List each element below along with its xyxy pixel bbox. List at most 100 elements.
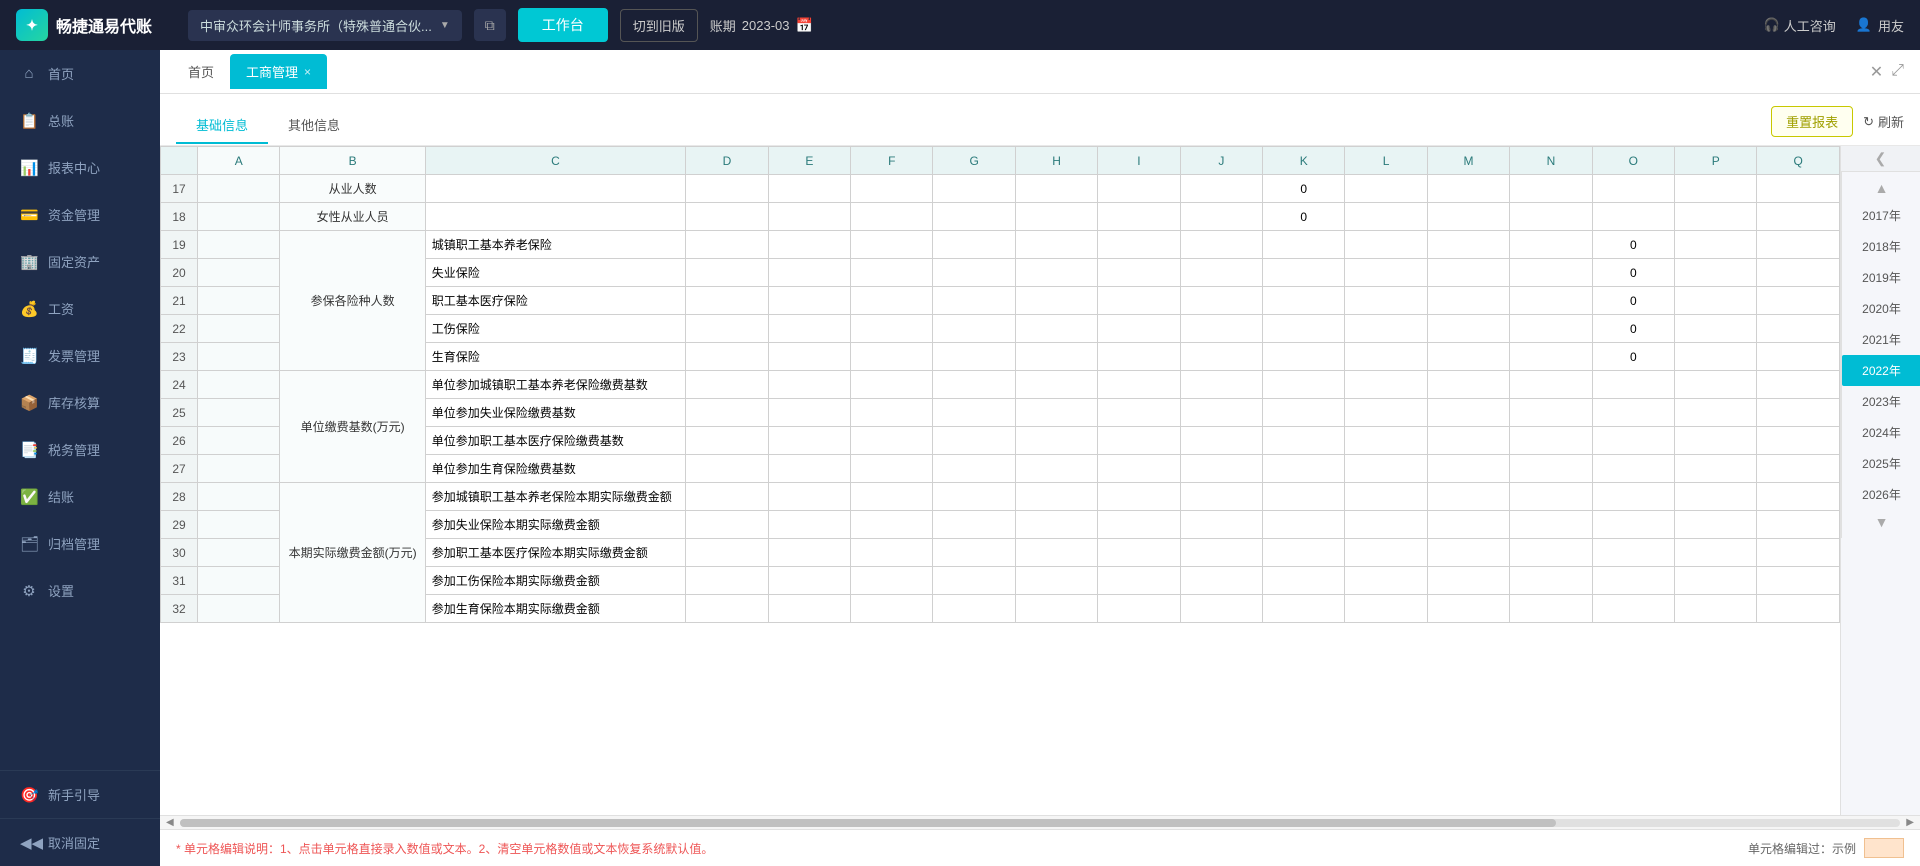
calendar-icon[interactable]: 📅: [796, 17, 813, 34]
cell-17-c[interactable]: [425, 175, 686, 203]
cell-27-d[interactable]: [686, 455, 768, 483]
cell-20-e[interactable]: [768, 259, 850, 287]
cell-23-a[interactable]: [198, 343, 280, 371]
cell-23-l[interactable]: [1345, 343, 1427, 371]
copy-button[interactable]: ⧉: [474, 9, 506, 41]
cell-31-d[interactable]: [686, 567, 768, 595]
cell-21-p[interactable]: [1675, 287, 1757, 315]
cell-24-l[interactable]: [1345, 371, 1427, 399]
cell-24-g[interactable]: [933, 371, 1015, 399]
cell-31-k[interactable]: [1263, 567, 1345, 595]
cell-29-e[interactable]: [768, 511, 850, 539]
cell-32-i[interactable]: [1098, 595, 1180, 623]
cell-28-a[interactable]: [198, 483, 280, 511]
cell-27-e[interactable]: [768, 455, 850, 483]
cell-27-i[interactable]: [1098, 455, 1180, 483]
cell-23-o[interactable]: 0: [1592, 343, 1674, 371]
cell-22-d[interactable]: [686, 315, 768, 343]
cell-20-i[interactable]: [1098, 259, 1180, 287]
cell-29-f[interactable]: [851, 511, 933, 539]
sidebar-item-inventory[interactable]: 📦 库存核算: [0, 379, 160, 426]
cell-18-e[interactable]: [768, 203, 850, 231]
cell-22-i[interactable]: [1098, 315, 1180, 343]
cell-27-l[interactable]: [1345, 455, 1427, 483]
cell-18-l[interactable]: [1345, 203, 1427, 231]
cell-31-q[interactable]: [1757, 567, 1840, 595]
cell-22-f[interactable]: [851, 315, 933, 343]
cell-29-d[interactable]: [686, 511, 768, 539]
cell-20-n[interactable]: [1510, 259, 1592, 287]
cell-27-c[interactable]: 单位参加生育保险缴费基数: [425, 455, 686, 483]
cell-24-m[interactable]: [1427, 371, 1509, 399]
cell-19-q[interactable]: [1757, 231, 1840, 259]
old-version-button[interactable]: 切到旧版: [620, 9, 698, 42]
cell-18-p[interactable]: [1675, 203, 1757, 231]
cell-20-g[interactable]: [933, 259, 1015, 287]
sidebar-item-fund[interactable]: 💳 资金管理: [0, 191, 160, 238]
cell-31-p[interactable]: [1675, 567, 1757, 595]
cell-22-l[interactable]: [1345, 315, 1427, 343]
cell-23-q[interactable]: [1757, 343, 1840, 371]
cell-24-h[interactable]: [1015, 371, 1097, 399]
cell-23-f[interactable]: [851, 343, 933, 371]
cell-19-b[interactable]: 参保各险种人数: [280, 231, 425, 371]
cell-31-i[interactable]: [1098, 567, 1180, 595]
cell-20-f[interactable]: [851, 259, 933, 287]
cell-22-h[interactable]: [1015, 315, 1097, 343]
reset-report-button[interactable]: 重置报表: [1771, 106, 1853, 137]
cell-20-m[interactable]: [1427, 259, 1509, 287]
sidebar-item-tax[interactable]: 📑 税务管理: [0, 426, 160, 473]
sidebar-item-ledger[interactable]: 📋 总账: [0, 97, 160, 144]
cell-31-j[interactable]: [1180, 567, 1262, 595]
cell-31-e[interactable]: [768, 567, 850, 595]
cell-30-h[interactable]: [1015, 539, 1097, 567]
cell-26-m[interactable]: [1427, 427, 1509, 455]
cell-25-d[interactable]: [686, 399, 768, 427]
cell-23-p[interactable]: [1675, 343, 1757, 371]
cell-20-l[interactable]: [1345, 259, 1427, 287]
cell-17-k[interactable]: 0: [1263, 175, 1345, 203]
cell-28-b[interactable]: 本期实际缴费金额(万元): [280, 483, 425, 623]
ai-consult-button[interactable]: 🎧 人工咨询: [1764, 16, 1836, 35]
cell-32-j[interactable]: [1180, 595, 1262, 623]
cell-24-e[interactable]: [768, 371, 850, 399]
cell-30-a[interactable]: [198, 539, 280, 567]
cell-28-i[interactable]: [1098, 483, 1180, 511]
cell-19-n[interactable]: [1510, 231, 1592, 259]
cell-32-a[interactable]: [198, 595, 280, 623]
cell-21-i[interactable]: [1098, 287, 1180, 315]
scroll-right-icon[interactable]: ▶: [1902, 817, 1918, 828]
cell-21-c[interactable]: 职工基本医疗保险: [425, 287, 686, 315]
cell-20-j[interactable]: [1180, 259, 1262, 287]
cell-32-o[interactable]: [1592, 595, 1674, 623]
cell-26-p[interactable]: [1675, 427, 1757, 455]
cell-32-n[interactable]: [1510, 595, 1592, 623]
year-item-2023[interactable]: 2023年: [1842, 386, 1920, 417]
cell-30-d[interactable]: [686, 539, 768, 567]
year-item-2026[interactable]: 2026年: [1842, 479, 1920, 510]
cell-22-e[interactable]: [768, 315, 850, 343]
cell-23-d[interactable]: [686, 343, 768, 371]
cell-17-g[interactable]: [933, 175, 1015, 203]
cell-24-d[interactable]: [686, 371, 768, 399]
cell-24-n[interactable]: [1510, 371, 1592, 399]
sidebar-item-fixed[interactable]: 🏢 固定资产: [0, 238, 160, 285]
cell-28-d[interactable]: [686, 483, 768, 511]
scroll-thumb[interactable]: [180, 819, 1556, 827]
cell-29-g[interactable]: [933, 511, 1015, 539]
cell-32-g[interactable]: [933, 595, 1015, 623]
cell-31-n[interactable]: [1510, 567, 1592, 595]
cell-26-e[interactable]: [768, 427, 850, 455]
expand-icon[interactable]: ⤢: [1891, 62, 1904, 82]
cell-28-n[interactable]: [1510, 483, 1592, 511]
cell-32-k[interactable]: [1263, 595, 1345, 623]
cell-31-o[interactable]: [1592, 567, 1674, 595]
cell-18-o[interactable]: [1592, 203, 1674, 231]
cell-21-g[interactable]: [933, 287, 1015, 315]
cell-29-n[interactable]: [1510, 511, 1592, 539]
cell-25-g[interactable]: [933, 399, 1015, 427]
cell-30-f[interactable]: [851, 539, 933, 567]
cell-30-e[interactable]: [768, 539, 850, 567]
cell-21-q[interactable]: [1757, 287, 1840, 315]
cell-23-m[interactable]: [1427, 343, 1509, 371]
